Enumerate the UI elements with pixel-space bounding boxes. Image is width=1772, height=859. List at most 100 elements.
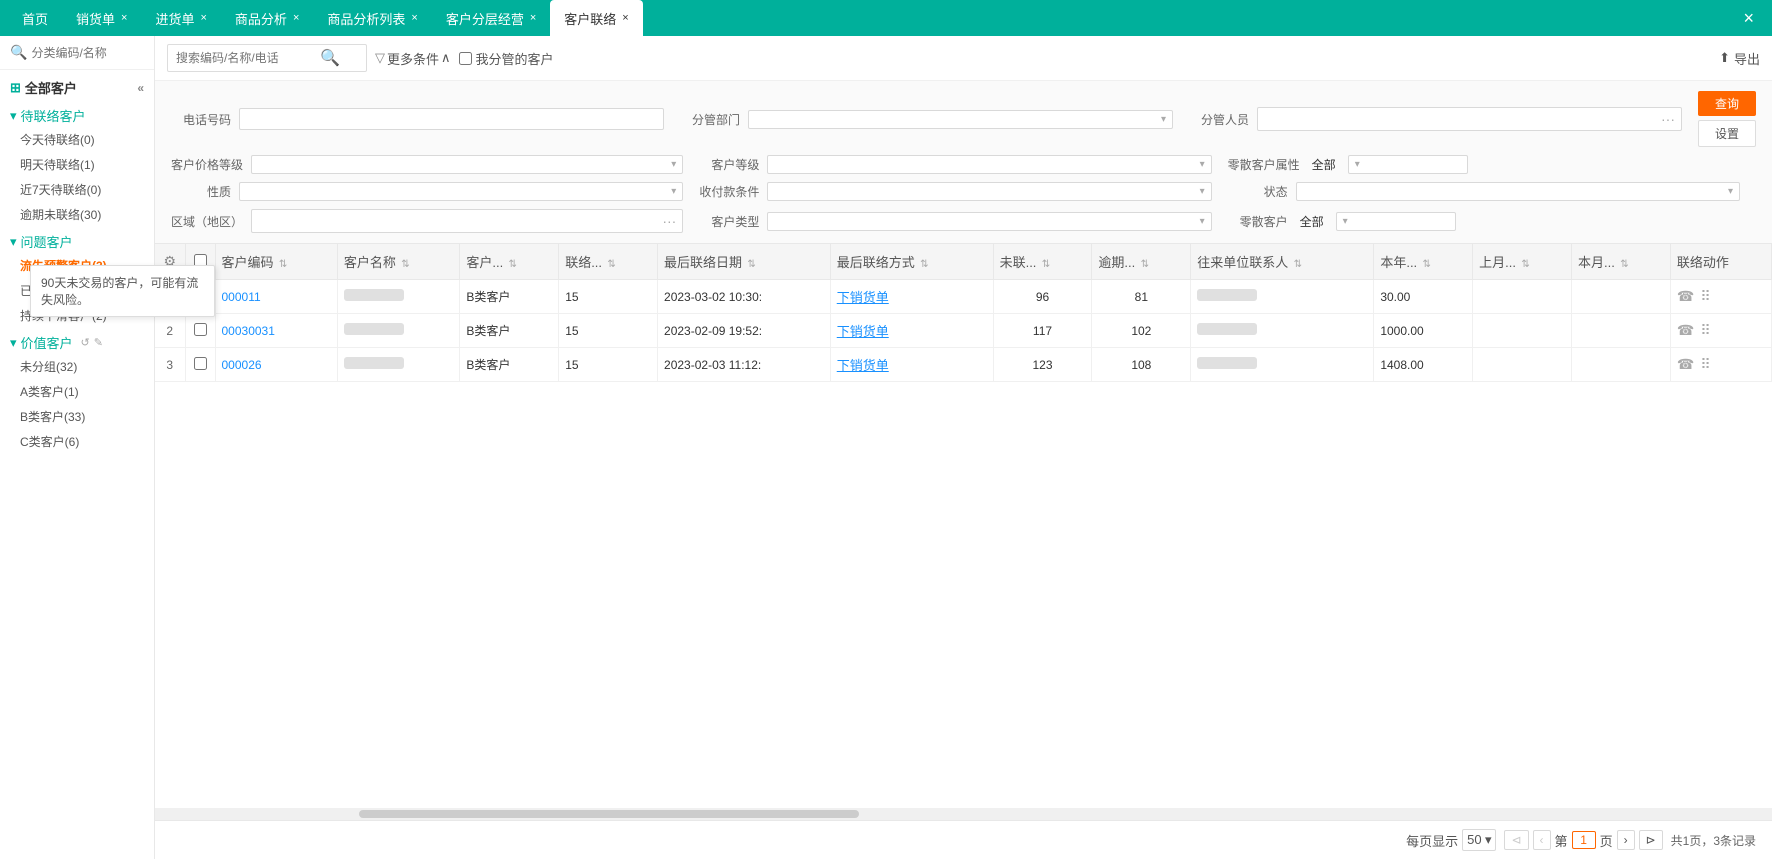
sidebar-collapse-icon[interactable]: « [137,81,144,95]
th-contacts-label: 联络... [565,255,602,270]
table-area: ⚙ 客户编码 ⇅ 客户名称 ⇅ [155,244,1772,808]
page-first-btn[interactable]: ⊲ [1504,830,1528,850]
sidebar-item-tomorrow[interactable]: 明天待联络(1) [0,152,154,177]
my-customers-checkbox[interactable] [459,52,472,65]
nav-tab-analysis-list[interactable]: 商品分析列表 × [313,0,431,36]
th-overdue-sort[interactable]: ⇅ [1141,259,1149,270]
filter-manager-more[interactable]: ··· [1661,111,1675,127]
nav-tab-customer-tier-close[interactable]: × [530,12,536,24]
nav-tab-analysis-list-close[interactable]: × [411,12,417,24]
nav-tab-customer-tier[interactable]: 客户分层经营 × [432,0,550,36]
sidebar-search-input[interactable] [31,46,155,60]
row-code-3[interactable]: 000026 [215,348,337,382]
filter-region-more[interactable]: ··· [662,213,676,229]
row-contact-icon-2[interactable]: ☎ [1677,322,1694,339]
nav-tab-analysis-label: 商品分析 [235,9,287,28]
th-name-sort[interactable]: ⇅ [401,259,409,270]
filter-phone-input[interactable] [239,108,664,130]
filter-zerocustomer-select[interactable]: ▾ [1336,212,1456,231]
search-input-wrap: 🔍 [167,44,367,72]
th-last-method-sort[interactable]: ⇅ [920,259,928,270]
th-contacts-person-sort[interactable]: ⇅ [1294,259,1302,270]
row-contacts-1: 15 [559,280,658,314]
nav-tab-analysis[interactable]: 商品分析 × [221,0,313,36]
settings-button[interactable]: 设置 [1698,120,1756,147]
search-button[interactable]: 🔍 [320,48,340,68]
page-size-box[interactable]: 50 ▾ [1462,829,1496,851]
row-seq-2: 2 [155,314,185,348]
th-last-month-sort[interactable]: ⇅ [1521,259,1529,270]
export-button[interactable]: ⬆ 导出 [1719,49,1760,68]
sidebar-section-pending[interactable]: ▾ 待联络客户 [0,101,154,127]
row-contact-icon-1[interactable]: ☎ [1677,288,1694,305]
table-scrollbar[interactable] [155,808,1772,820]
sidebar-item-class-a[interactable]: A类客户(1) [0,379,154,404]
more-conditions-btn[interactable]: ▽ 更多条件 ∧ [375,49,451,68]
nav-tab-salesorder-close[interactable]: × [121,12,127,24]
filter-dept-select[interactable]: ▾ [748,110,1173,129]
scroll-thumb[interactable] [359,810,859,818]
refresh-icon[interactable]: ↺ [81,336,90,349]
search-input[interactable] [176,51,316,65]
row-more-icon-3[interactable]: ⠿ [1700,356,1710,373]
th-code-label: 客户编码 [222,255,274,270]
page-last-btn[interactable]: ⊳ [1639,830,1663,850]
content-area: 🔍 ▽ 更多条件 ∧ 我分管的客户 ⬆ 导出 电话号码 [155,36,1772,859]
th-code-sort[interactable]: ⇅ [279,259,287,270]
row-more-icon-1[interactable]: ⠿ [1700,288,1710,305]
sidebar-item-today[interactable]: 今天待联络(0) [0,127,154,152]
table-row: 3 000026 B类客户 15 2023-02-03 11:12: 下销货单 … [155,348,1772,382]
value-section-label: 价值客户 [21,333,73,352]
sidebar-item-unclassified[interactable]: 未分组(32) [0,354,154,379]
edit-icon[interactable]: ✎ [94,336,103,349]
row-code-2[interactable]: 00030031 [215,314,337,348]
row-checkbox-2[interactable] [194,323,207,336]
th-last-date-sort[interactable]: ⇅ [747,259,755,270]
nav-tab-purchaseorder-close[interactable]: × [200,12,206,24]
page-next-btn[interactable]: › [1617,830,1635,850]
nav-tab-purchaseorder[interactable]: 进货单 × [141,0,220,36]
nav-tab-customer-contact-close[interactable]: × [622,12,628,24]
filter-row-4: 区域（地区） ··· 客户类型 ▾ 零散客户 全部 [171,209,1756,233]
filter-pricelevel-select[interactable]: ▾ [251,155,683,174]
row-checkbox-3[interactable] [194,357,207,370]
query-button[interactable]: 查询 [1698,91,1756,116]
row-type-1: B类客户 [460,280,559,314]
row-last-method-link-2[interactable]: 下销货单 [837,324,889,339]
filter-nature-select[interactable]: ▾ [239,182,683,201]
row-name-blurred-2 [344,323,404,335]
th-no-contact-sort[interactable]: ⇅ [1042,259,1050,270]
row-more-icon-2[interactable]: ⠿ [1700,322,1710,339]
th-contacts-sort[interactable]: ⇅ [607,259,615,270]
filter-region-select[interactable]: ··· [251,209,683,233]
sidebar-item-7days[interactable]: 近7天待联络(0) [0,177,154,202]
row-no-contact-3: 123 [993,348,1092,382]
sidebar-section-problem[interactable]: ▾ 问题客户 [0,227,154,253]
nav-tab-analysis-close[interactable]: × [293,12,299,24]
th-this-month-sort[interactable]: ⇅ [1620,259,1628,270]
th-type-sort[interactable]: ⇅ [509,259,517,270]
th-name: 客户名称 ⇅ [337,244,459,280]
row-contact-icon-3[interactable]: ☎ [1677,356,1694,373]
row-last-method-link-3[interactable]: 下销货单 [837,358,889,373]
sidebar-item-overdue[interactable]: 逾期未联络(30) [0,202,154,227]
window-close-button[interactable]: × [1733,8,1764,29]
filter-payment-select[interactable]: ▾ [767,182,1211,201]
filter-manager-select[interactable]: ··· [1257,107,1682,131]
page-prev-btn[interactable]: ‹ [1533,830,1551,850]
sidebar-item-class-c[interactable]: C类客户(6) [0,429,154,454]
nav-tab-salesorder[interactable]: 销货单 × [62,0,141,36]
sidebar-item-class-b[interactable]: B类客户(33) [0,404,154,429]
filter-zeroattr-select[interactable]: ▾ [1348,155,1468,174]
filter-status-select[interactable]: ▾ [1296,182,1740,201]
nav-tab-customer-contact[interactable]: 客户联络 × [550,0,642,36]
row-last-method-link-1[interactable]: 下销货单 [837,290,889,305]
sidebar-all-customers[interactable]: ⊞ 全部客户 « [0,70,154,101]
row-code-1[interactable]: 000011 [215,280,337,314]
th-this-year-sort[interactable]: ⇅ [1423,259,1431,270]
filter-customertype-select[interactable]: ▾ [767,212,1211,231]
nav-home[interactable]: 首页 [8,0,62,36]
filter-customerlevel-select[interactable]: ▾ [767,155,1211,174]
sidebar-section-value[interactable]: ▾ 价值客户 ↺ ✎ [0,328,154,354]
filter-zeroattr-cell: 零散客户属性 全部 ▾ [1228,155,1756,174]
